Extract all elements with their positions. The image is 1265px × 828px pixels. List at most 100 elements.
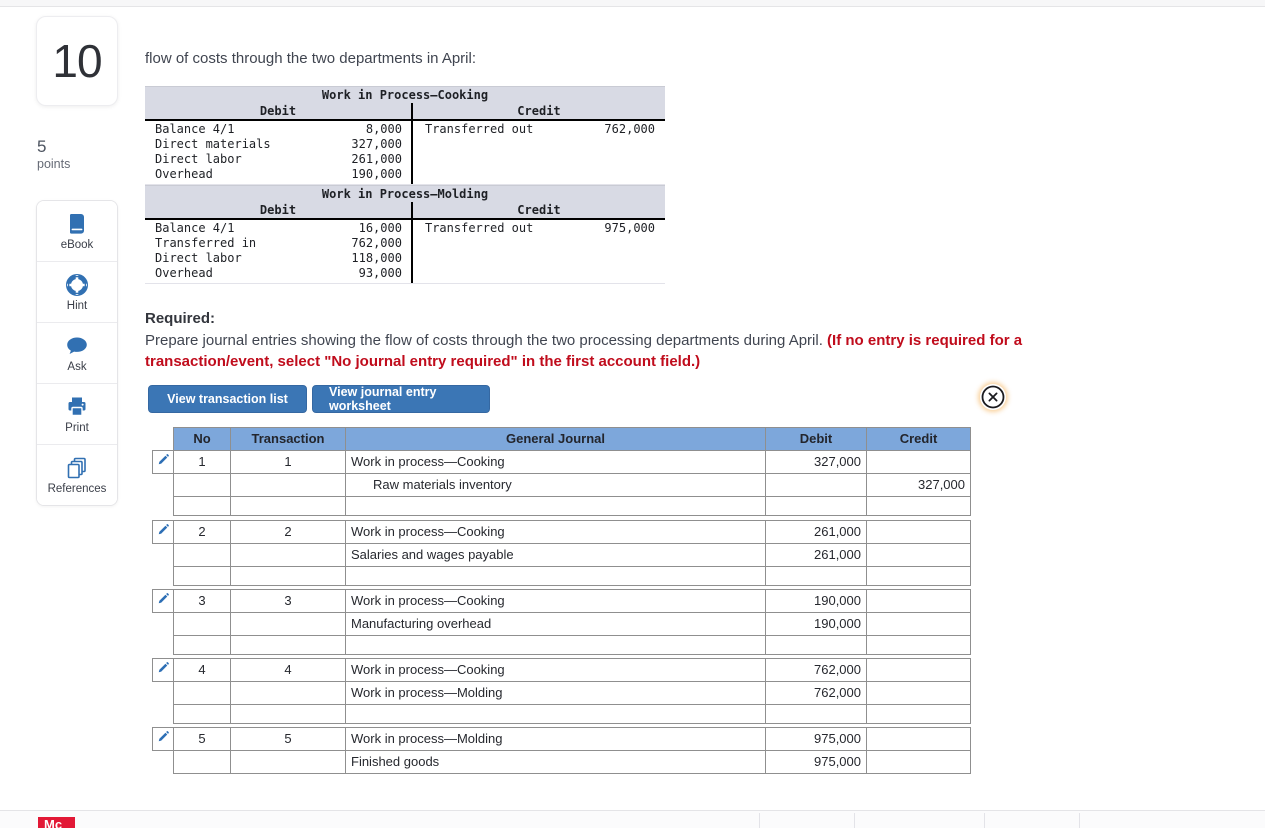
- cell-debit: [766, 474, 867, 497]
- cell-spacer: [346, 497, 766, 516]
- cell-no: [174, 751, 231, 774]
- cell-credit: [867, 728, 971, 751]
- points-block: 5 points: [37, 136, 70, 173]
- intro-text: flow of costs through the two department…: [145, 50, 477, 67]
- required-paragraph: Prepare journal entries showing the flow…: [145, 330, 1093, 372]
- cell-spacer: [766, 636, 867, 655]
- cell-no: 3: [174, 590, 231, 613]
- tool-rail: eBook Hint Ask Print References: [36, 200, 118, 506]
- close-panel-button[interactable]: [980, 384, 1006, 410]
- cell-credit: [867, 659, 971, 682]
- cell-transaction: [231, 682, 346, 705]
- cell-transaction: [231, 751, 346, 774]
- cell-credit: [867, 521, 971, 544]
- required-text: Prepare journal entries showing the flow…: [145, 332, 823, 349]
- sidebar-item-ebook[interactable]: eBook: [37, 201, 117, 262]
- t-account-debit-row: Direct materials 327,000: [145, 137, 411, 152]
- entry-amount: 327,000: [351, 137, 402, 151]
- footer-divider: [759, 813, 760, 828]
- sidebar-item-label: eBook: [60, 238, 94, 251]
- entry-label: Balance 4/1: [155, 221, 235, 235]
- entry-label: Balance 4/1: [155, 122, 235, 136]
- journal-col-debit: Debit: [766, 428, 867, 451]
- entry-amount: 8,000: [365, 122, 402, 136]
- sidebar-item-references[interactable]: References: [37, 445, 117, 505]
- t-account-title: Work in Process—Cooking: [145, 87, 665, 103]
- t-account-debit-row: Direct labor 261,000: [145, 152, 411, 167]
- entry-label: Transferred in: [155, 236, 257, 250]
- cell-no: [174, 682, 231, 705]
- edit-entry-button[interactable]: [152, 727, 174, 751]
- journal-entry-group: 1 1 Work in process—Cooking 327,000 Raw mate…: [173, 450, 971, 516]
- cell-spacer: [867, 636, 971, 655]
- cell-account: Finished goods: [346, 751, 766, 774]
- cell-no: 2: [174, 521, 231, 544]
- entry-label: Overhead: [155, 266, 213, 280]
- cell-spacer: [231, 705, 346, 724]
- entry-label: Direct labor: [155, 251, 242, 265]
- cell-spacer: [867, 567, 971, 586]
- sidebar-item-label: References: [47, 482, 107, 495]
- cell-credit: [867, 613, 971, 636]
- pencil-icon: [157, 453, 170, 471]
- cell-debit: 975,000: [766, 751, 867, 774]
- edit-entry-button[interactable]: [152, 589, 174, 613]
- cell-spacer: [346, 636, 766, 655]
- cell-account: Salaries and wages payable: [346, 544, 766, 567]
- cell-spacer: [766, 497, 867, 516]
- footer-divider: [1079, 813, 1080, 828]
- pencil-icon: [157, 592, 170, 610]
- entry-amount: 190,000: [351, 167, 402, 181]
- journal-entry-group: 5 5 Work in process—Molding 975,000 Finished…: [173, 727, 971, 774]
- journal-header-row: No Transaction General Journal Debit Cre…: [173, 427, 971, 451]
- entry-label: Transferred out: [424, 122, 534, 136]
- cell-spacer: [867, 497, 971, 516]
- entry-amount: 762,000: [351, 236, 402, 250]
- journal-col-transaction: Transaction: [231, 428, 346, 451]
- sidebar-item-print[interactable]: Print: [37, 384, 117, 445]
- view-transaction-list-button[interactable]: View transaction list: [148, 385, 307, 413]
- entry-amount: 762,000: [604, 122, 655, 136]
- credit-column-label: Credit: [412, 103, 665, 121]
- journal-entry-group: 4 4 Work in process—Cooking 762,000 Work in …: [173, 658, 971, 724]
- cell-spacer: [174, 567, 231, 586]
- view-journal-entry-worksheet-button[interactable]: View journal entry worksheet: [312, 385, 490, 413]
- sidebar-item-hint[interactable]: Hint: [37, 262, 117, 323]
- cell-debit: 327,000: [766, 451, 867, 474]
- t-account-debit-row: Overhead 190,000: [145, 167, 411, 182]
- t-account: Work in Process—Molding Debit Balance 4/…: [145, 185, 665, 284]
- mcgraw-hill-logo: Mc: [38, 817, 75, 828]
- journal-entry-table: No Transaction General Journal Debit Cre…: [152, 427, 977, 777]
- cell-account: Work in process—Molding: [346, 728, 766, 751]
- journal-entry-group: 3 3 Work in process—Cooking 190,000 Manufact…: [173, 589, 971, 655]
- edit-entry-button[interactable]: [152, 520, 174, 544]
- edit-entry-button[interactable]: [152, 450, 174, 474]
- cell-credit: [867, 590, 971, 613]
- edit-entry-button[interactable]: [152, 658, 174, 682]
- cell-no: 1: [174, 451, 231, 474]
- speech-bubble-icon: [65, 334, 89, 358]
- t-account-debit-row: Transferred in 762,000: [145, 236, 411, 251]
- entry-amount: 261,000: [351, 152, 402, 166]
- cell-spacer: [231, 636, 346, 655]
- sidebar-item-label: Ask: [67, 360, 87, 373]
- t-account-credit-row: Transferred out 762,000: [413, 122, 665, 137]
- journal-col-no: No: [174, 428, 231, 451]
- cell-transaction: 5: [231, 728, 346, 751]
- cell-credit: [867, 451, 971, 474]
- t-account-title: Work in Process—Molding: [145, 186, 665, 202]
- cell-spacer: [174, 636, 231, 655]
- cell-transaction: 3: [231, 590, 346, 613]
- cell-account: Work in process—Cooking: [346, 590, 766, 613]
- entry-amount: 16,000: [358, 221, 402, 235]
- cell-spacer: [766, 705, 867, 724]
- cell-credit: [867, 682, 971, 705]
- lifebuoy-icon: [65, 273, 89, 297]
- cell-debit: 190,000: [766, 590, 867, 613]
- cell-transaction: [231, 613, 346, 636]
- cell-transaction: [231, 474, 346, 497]
- required-label: Required:: [145, 310, 216, 327]
- entry-label: Direct labor: [155, 152, 242, 166]
- sidebar-item-ask[interactable]: Ask: [37, 323, 117, 384]
- sidebar-item-label: Hint: [66, 299, 88, 312]
